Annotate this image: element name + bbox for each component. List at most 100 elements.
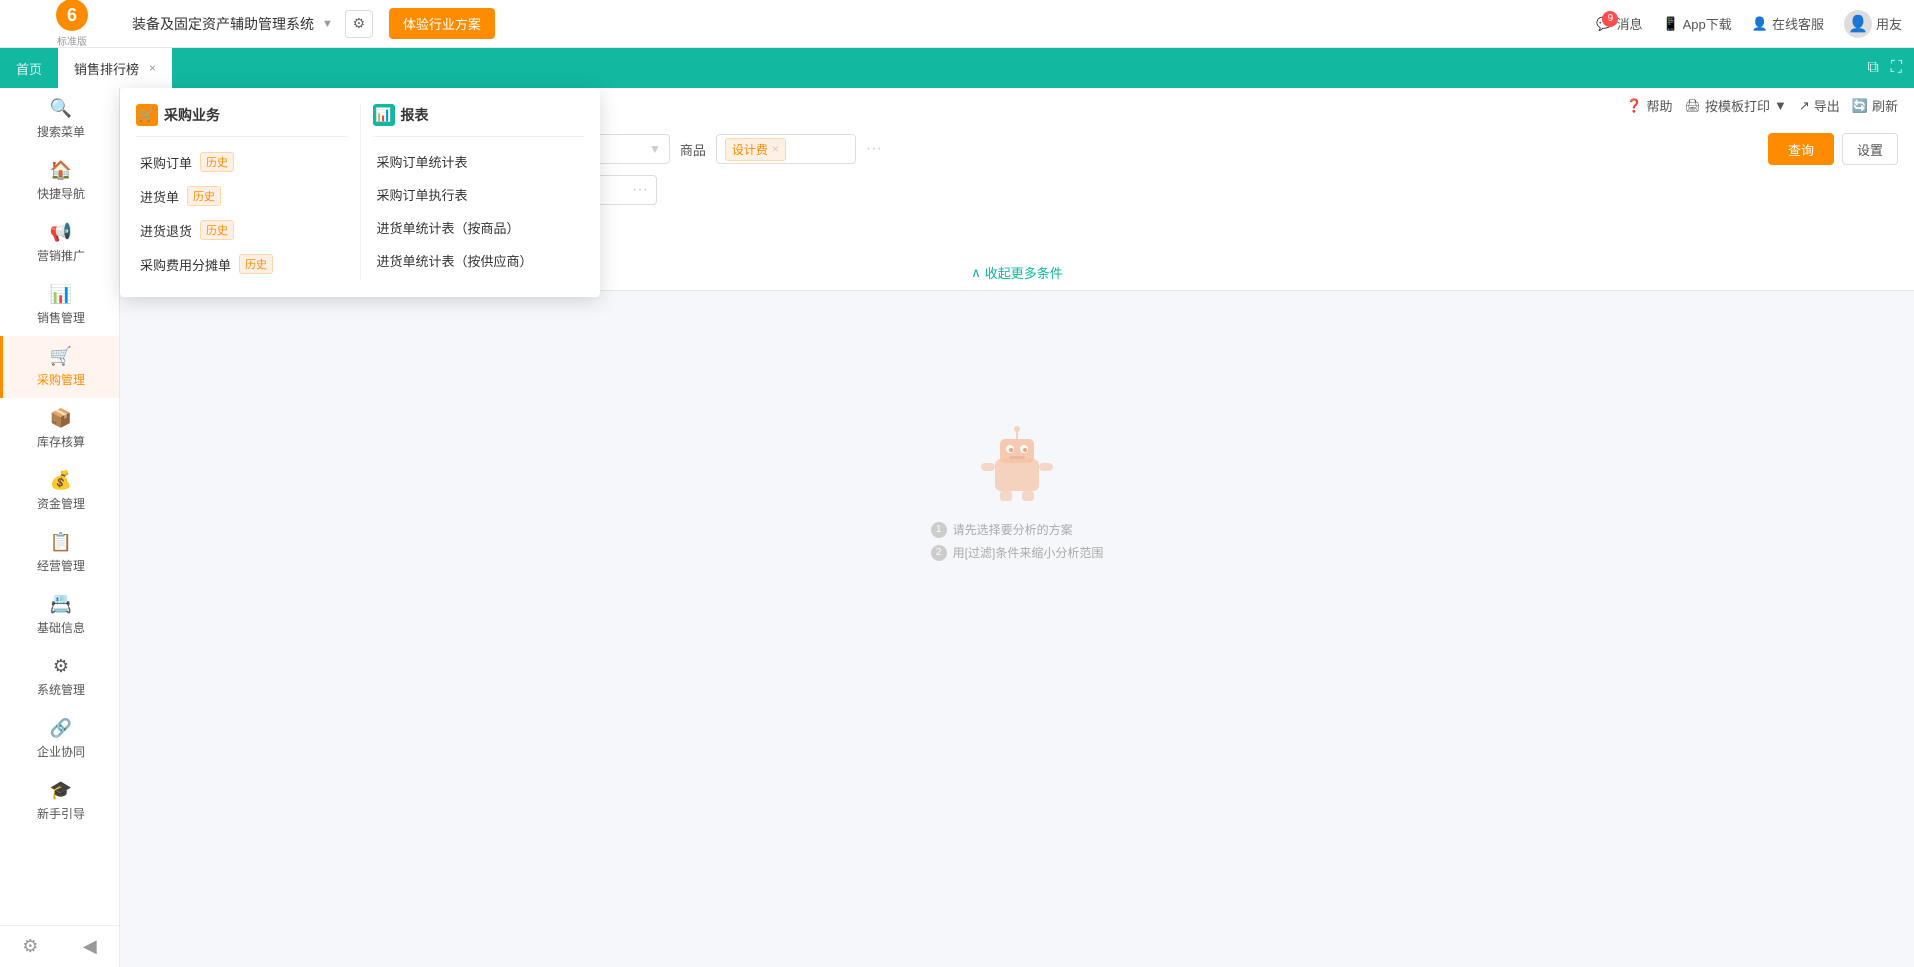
empty-step-2: 2 用[过滤]条件来缩小分析范围 xyxy=(931,544,1104,561)
purchase-icon: 🛒 xyxy=(50,346,72,367)
sidebar-label-inventory: 库存核算 xyxy=(37,433,85,450)
goods-tag-close[interactable]: × xyxy=(772,142,779,156)
header-right: 💬 9 消息 📱 App下载 👤 在线客服 👤 用友 xyxy=(1596,10,1902,38)
purchase-dropdown-menu: 🛒 采购业务 采购订单 历史 进货单 历史 进货退货 历史 采购费用分摊单 历史… xyxy=(120,88,600,297)
dropdown-item-receipt[interactable]: 进货单 历史 xyxy=(136,179,348,213)
help-btn[interactable]: ❓ 帮助 xyxy=(1626,96,1672,115)
sidebar-label-sales: 销售管理 xyxy=(37,309,85,326)
settings-icon-btn[interactable]: ⚙ xyxy=(345,10,373,38)
print-btn[interactable]: 🖨 按模板打印 ▼ xyxy=(1684,96,1786,115)
logo-icon: 6 xyxy=(56,0,88,31)
goods-label: 商品 xyxy=(680,140,706,159)
history-tag-expense: 历史 xyxy=(239,254,273,274)
purchase-col-title: 🛒 采购业务 xyxy=(136,104,348,137)
print-icon: 🖨 xyxy=(1684,98,1701,114)
sales-icon: 📊 xyxy=(50,284,72,305)
sidebar-label-purchase: 采购管理 xyxy=(37,371,85,388)
dropdown-item-expense[interactable]: 采购费用分摊单 历史 xyxy=(136,247,348,281)
logo-area: 6 标准版 xyxy=(12,0,132,48)
inventory-icon: 📦 xyxy=(50,408,72,429)
sidebar-label-system: 系统管理 xyxy=(37,681,85,698)
history-tag-receipt: 历史 xyxy=(187,186,221,206)
basic-icon: 📇 xyxy=(50,594,72,615)
query-btn[interactable]: 查询 xyxy=(1768,133,1834,165)
sidebar-item-finance[interactable]: 💰 资金管理 xyxy=(0,460,119,522)
logo-label: 标准版 xyxy=(57,33,87,48)
sidebar-item-search[interactable]: 🔍 搜索菜单 xyxy=(0,88,119,150)
action-btns: 查询 设置 xyxy=(1768,133,1898,165)
finance-icon: 💰 xyxy=(50,470,72,491)
sidebar-item-sales[interactable]: 📊 销售管理 xyxy=(0,274,119,336)
industry-btn[interactable]: 体验行业方案 xyxy=(389,8,495,39)
goods-tag: 设计费 × xyxy=(725,138,786,161)
goods-more-dots[interactable]: ··· xyxy=(866,140,882,158)
tab-close-icon[interactable]: × xyxy=(149,61,156,75)
export-btn[interactable]: ↗ 导出 xyxy=(1799,96,1840,115)
message-btn[interactable]: 💬 9 消息 xyxy=(1596,14,1642,33)
sidebar-label-quicknav: 快捷导航 xyxy=(37,185,85,202)
dropdown-item-po[interactable]: 采购订单 历史 xyxy=(136,145,348,179)
sidebar-item-quicknav[interactable]: 🏠 快捷导航 xyxy=(0,150,119,212)
sidebar-label-marketing: 营销推广 xyxy=(37,247,85,264)
sidebar-item-guide[interactable]: 🎓 新手引导 xyxy=(0,770,119,832)
sidebar-label-search: 搜索菜单 xyxy=(37,123,85,140)
marketing-icon: 📢 xyxy=(50,222,72,243)
dropdown-item-receipt-stat[interactable]: 进货单统计表（按商品） xyxy=(373,211,585,244)
sidebar-item-purchase[interactable]: 🛒 采购管理 xyxy=(0,336,119,398)
app-download-btn[interactable]: 📱 App下载 xyxy=(1662,14,1731,33)
sidebar-item-operations[interactable]: 📋 经营管理 xyxy=(0,522,119,584)
dropdown-item-receipt-supplier-stat[interactable]: 进货单统计表（按供应商） xyxy=(373,244,585,277)
tab-window-icon[interactable]: ⧉ xyxy=(1867,59,1878,77)
gear-icon: ⚙ xyxy=(353,15,366,32)
collapse-icon: ∧ xyxy=(971,265,981,281)
purchase-col: 🛒 采购业务 采购订单 历史 进货单 历史 进货退货 历史 采购费用分摊单 历史 xyxy=(136,104,348,281)
report-title-icon: 📊 xyxy=(373,104,395,126)
sidebar-settings-icon[interactable]: ⚙ xyxy=(22,936,38,957)
sidebar-item-inventory[interactable]: 📦 库存核算 xyxy=(0,398,119,460)
help-icon: ❓ xyxy=(1626,98,1642,114)
sidebar-item-collab[interactable]: 🔗 企业协同 xyxy=(0,708,119,770)
guide-icon: 🎓 xyxy=(50,780,72,801)
service-icon: 👤 xyxy=(1752,16,1768,32)
sidebar-item-basic[interactable]: 📇 基础信息 xyxy=(0,584,119,646)
refresh-icon: 🔄 xyxy=(1852,98,1868,114)
dropdown-item-po-stat[interactable]: 采购订单统计表 xyxy=(373,145,585,178)
operations-icon: 📋 xyxy=(50,532,72,553)
empty-illustration xyxy=(967,421,1067,511)
sidebar-label-operations: 经营管理 xyxy=(37,557,85,574)
phone-icon: 📱 xyxy=(1662,16,1678,32)
tab-sales-rank[interactable]: 销售排行榜 × xyxy=(58,48,172,88)
tab-sales-rank-label: 销售排行榜 xyxy=(74,59,139,78)
sidebar-label-basic: 基础信息 xyxy=(37,619,85,636)
online-service-btn[interactable]: 👤 在线客服 xyxy=(1752,14,1824,33)
sidebar-bottom: ⚙ ◀ xyxy=(0,925,119,967)
export-icon: ↗ xyxy=(1799,98,1810,114)
setup-btn[interactable]: 设置 xyxy=(1842,133,1898,165)
user-btn[interactable]: 👤 用友 xyxy=(1844,10,1902,38)
dropdown-item-po-exec[interactable]: 采购订单执行表 xyxy=(373,178,585,211)
report-col-title: 📊 报表 xyxy=(373,104,585,137)
tab-home-label: 首页 xyxy=(16,59,42,78)
tab-home[interactable]: 首页 xyxy=(0,48,58,88)
empty-state: 1 请先选择要分析的方案 2 用[过滤]条件来缩小分析范围 xyxy=(120,291,1914,691)
sidebar-collapse-icon[interactable]: ◀ xyxy=(83,936,97,957)
dropdown-item-return[interactable]: 进货退货 历史 xyxy=(136,213,348,247)
goods-select[interactable]: 设计费 × xyxy=(716,134,856,164)
dropdown-divider xyxy=(360,104,361,281)
message-badge: 9 xyxy=(1602,11,1618,27)
print-dropdown-icon[interactable]: ▼ xyxy=(1774,98,1787,113)
sidebar-item-marketing[interactable]: 📢 营销推广 xyxy=(0,212,119,274)
sidebar-item-system[interactable]: ⚙ 系统管理 xyxy=(0,646,119,708)
voucher-status-dropdown-icon: ▼ xyxy=(649,142,661,156)
report-col: 📊 报表 采购订单统计表 采购订单执行表 进货单统计表（按商品） 进货单统计表（… xyxy=(373,104,585,281)
system-icon: ⚙ xyxy=(53,656,69,677)
collab-icon: 🔗 xyxy=(50,718,72,739)
refresh-btn[interactable]: 🔄 刷新 xyxy=(1852,96,1898,115)
system-title-text: 装备及固定资产辅助管理系统 xyxy=(132,14,314,34)
title-dropdown-icon[interactable]: ▼ xyxy=(322,18,333,30)
history-tag-po: 历史 xyxy=(200,152,234,172)
tab-bar: 首页 销售排行榜 × ⧉ ⛶ xyxy=(0,48,1914,88)
message-label: 消息 xyxy=(1616,14,1642,33)
tab-fullscreen-icon[interactable]: ⛶ xyxy=(1891,59,1902,77)
history-tag-return: 历史 xyxy=(200,220,234,240)
